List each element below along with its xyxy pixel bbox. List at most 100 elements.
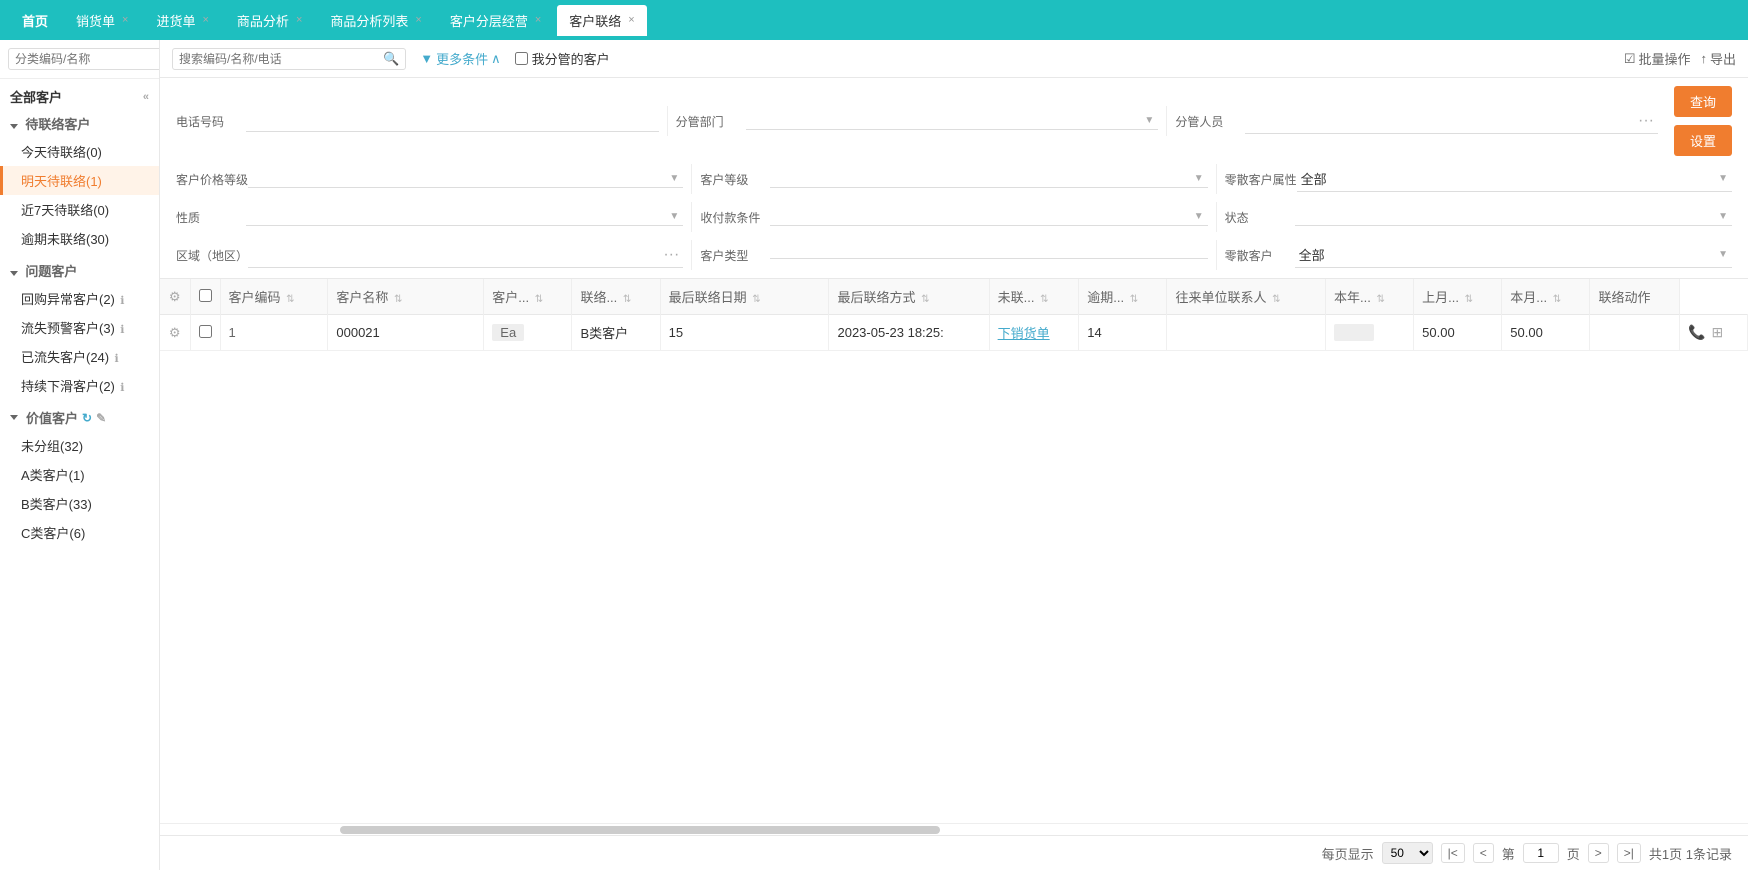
nav-sales-close[interactable]: ×: [122, 14, 128, 26]
th-last-date-label: 最后联络日期: [669, 290, 747, 305]
nav-home[interactable]: 首页: [10, 5, 60, 36]
th-last-method-sort[interactable]: ⇅: [921, 294, 929, 305]
sidebar-item-churn-warning[interactable]: 流失预警客户(3) ℹ: [0, 313, 159, 342]
sidebar-item-today[interactable]: 今天待联络(0): [0, 137, 159, 166]
filter-status: 状态 ▼: [1225, 208, 1732, 226]
value-edit-icon[interactable]: ✎: [96, 411, 106, 425]
first-page-btn[interactable]: |<: [1441, 843, 1465, 863]
sidebar-item-class-c[interactable]: C类客户(6): [0, 518, 159, 547]
customer-level-select[interactable]: ▼: [770, 170, 1207, 188]
nav-sales[interactable]: 销货单 ×: [64, 5, 140, 36]
nav-goods-analysis[interactable]: 商品分析 ×: [225, 5, 314, 36]
collapse-icon[interactable]: «: [143, 91, 149, 103]
th-last-month-sort[interactable]: ⇅: [1465, 294, 1473, 305]
search-input[interactable]: [179, 52, 379, 66]
set-button[interactable]: 设置: [1674, 125, 1732, 156]
th-uncontacted-sort[interactable]: ⇅: [1040, 294, 1048, 305]
query-button[interactable]: 查询: [1674, 86, 1732, 117]
th-this-month-sort[interactable]: ⇅: [1553, 294, 1561, 305]
sidebar-item-repurchase-abnormal[interactable]: 回购异常客户(2) ℹ: [0, 284, 159, 313]
prev-page-btn[interactable]: <: [1473, 843, 1494, 863]
table-header-row: ⚙ 客户编码 ⇅ 客户名称 ⇅: [160, 279, 1748, 315]
scrollbar-thumb[interactable]: [340, 826, 940, 834]
last-page-btn[interactable]: >|: [1617, 843, 1641, 863]
status-label: 状态: [1225, 209, 1295, 226]
sidebar-item-class-b[interactable]: B类客户(33): [0, 489, 159, 518]
my-customers-checkbox[interactable]: [515, 52, 528, 65]
row-contact-count: 15: [660, 315, 829, 351]
nav-customer-tier[interactable]: 客户分层经营 ×: [438, 5, 553, 36]
status-chevron: ▼: [1718, 211, 1728, 222]
th-last-date-sort[interactable]: ⇅: [752, 294, 760, 305]
sidebar-item-churned[interactable]: 已流失客户(24) ℹ: [0, 342, 159, 371]
customer-type-select[interactable]: [770, 252, 1207, 259]
horizontal-scrollbar[interactable]: [160, 823, 1748, 835]
batch-operate-label: 批量操作: [1638, 49, 1690, 68]
retail-attr-select[interactable]: 全部 ▼: [1297, 166, 1732, 192]
manager-select[interactable]: ···: [1245, 109, 1658, 134]
row-last-method-link[interactable]: 下销货单: [998, 326, 1050, 341]
th-name-sort[interactable]: ⇅: [394, 294, 402, 305]
more-filter-btn[interactable]: ▼ 更多条件 ∧: [414, 46, 506, 71]
th-overdue-sort[interactable]: ⇅: [1130, 294, 1138, 305]
nav-purchase[interactable]: 进货单 ×: [144, 5, 220, 36]
status-select[interactable]: ▼: [1295, 208, 1732, 226]
sidebar-item-tomorrow[interactable]: 明天待联络(1): [0, 166, 159, 195]
sidebar-item-week[interactable]: 近7天待联络(0): [0, 195, 159, 224]
table-settings-icon[interactable]: ⚙: [169, 289, 181, 304]
my-customers-check[interactable]: 我分管的客户: [515, 49, 610, 68]
page-number-input[interactable]: [1523, 843, 1559, 863]
divider-2: [1166, 106, 1167, 136]
sidebar-item-ungrouped[interactable]: 未分组(32): [0, 431, 159, 460]
manager-dots[interactable]: ···: [1638, 112, 1654, 130]
row-last-date: 2023-05-23 18:25:: [829, 315, 989, 351]
action-buttons: 查询 设置: [1674, 86, 1732, 156]
page-label: 第: [1502, 844, 1515, 863]
select-all-checkbox[interactable]: [199, 289, 212, 302]
payment-select[interactable]: ▼: [770, 208, 1207, 226]
top-nav: 首页 销货单 × 进货单 × 商品分析 × 商品分析列表 × 客户分层经营 × …: [0, 0, 1748, 40]
sidebar-item-class-a[interactable]: A类客户(1): [0, 460, 159, 489]
nav-customer-contact-close[interactable]: ×: [628, 14, 634, 26]
nav-goods-analysis-close[interactable]: ×: [296, 14, 302, 26]
next-page-btn[interactable]: >: [1588, 843, 1609, 863]
sidebar-item-overdue-contact[interactable]: 逾期未联络(30): [0, 224, 159, 253]
th-settings: ⚙: [160, 279, 190, 315]
th-type-sort[interactable]: ⇅: [535, 294, 543, 305]
th-last-method-label: 最后联络方式: [837, 290, 915, 305]
value-refresh-icon[interactable]: ↻: [82, 411, 92, 425]
gender-select[interactable]: ▼: [246, 208, 683, 226]
all-customers-label: 全部客户: [10, 87, 62, 106]
pagination-bar: 每页显示 50 100 200 |< < 第 页 > >| 共1页 1条记录: [160, 835, 1748, 870]
th-code-sort[interactable]: ⇅: [286, 294, 294, 305]
nav-customer-contact[interactable]: 客户联络 ×: [557, 5, 646, 36]
row-select-checkbox[interactable]: [199, 325, 212, 338]
th-last-method: 最后联络方式 ⇅: [829, 279, 989, 315]
th-contact-count-sort[interactable]: ⇅: [623, 294, 631, 305]
batch-operate-btn[interactable]: ☑ 批量操作: [1624, 49, 1691, 68]
th-this-year-sort[interactable]: ⇅: [1376, 294, 1384, 305]
sidebar-item-declining[interactable]: 持续下滑客户(2) ℹ: [0, 371, 159, 400]
th-this-year-label: 本年...: [1334, 290, 1371, 305]
nav-goods-analysis-list-close[interactable]: ×: [415, 14, 421, 26]
price-level-select[interactable]: ▼: [248, 170, 683, 188]
nav-customer-tier-close[interactable]: ×: [535, 14, 541, 26]
row-name-text: Ea: [492, 324, 524, 341]
th-uncontacted: 未联... ⇅: [989, 279, 1079, 315]
phone-input[interactable]: [246, 111, 659, 132]
region-select[interactable]: ···: [248, 243, 683, 268]
nav-purchase-close[interactable]: ×: [202, 14, 208, 26]
retail-customer-select[interactable]: 全部 ▼: [1295, 242, 1732, 268]
grid-action-icon[interactable]: ⊞: [1712, 324, 1724, 341]
page-size-select[interactable]: 50 100 200: [1382, 842, 1433, 864]
search-icon[interactable]: 🔍: [383, 51, 399, 67]
th-contact-person-sort[interactable]: ⇅: [1272, 294, 1280, 305]
content-area: 🔍 ▼ 更多条件 ∧ 我分管的客户 ☑ 批量操作 ↑ 导出: [160, 40, 1748, 870]
sidebar-search-input[interactable]: [8, 48, 160, 70]
phone-action-icon[interactable]: 📞: [1688, 324, 1705, 341]
nav-goods-analysis-list[interactable]: 商品分析列表 ×: [318, 5, 433, 36]
dept-select[interactable]: ▼: [746, 112, 1159, 130]
region-dots[interactable]: ···: [663, 246, 679, 264]
export-btn[interactable]: ↑ 导出: [1700, 49, 1736, 68]
all-customers-title[interactable]: 全部客户 «: [0, 79, 159, 110]
